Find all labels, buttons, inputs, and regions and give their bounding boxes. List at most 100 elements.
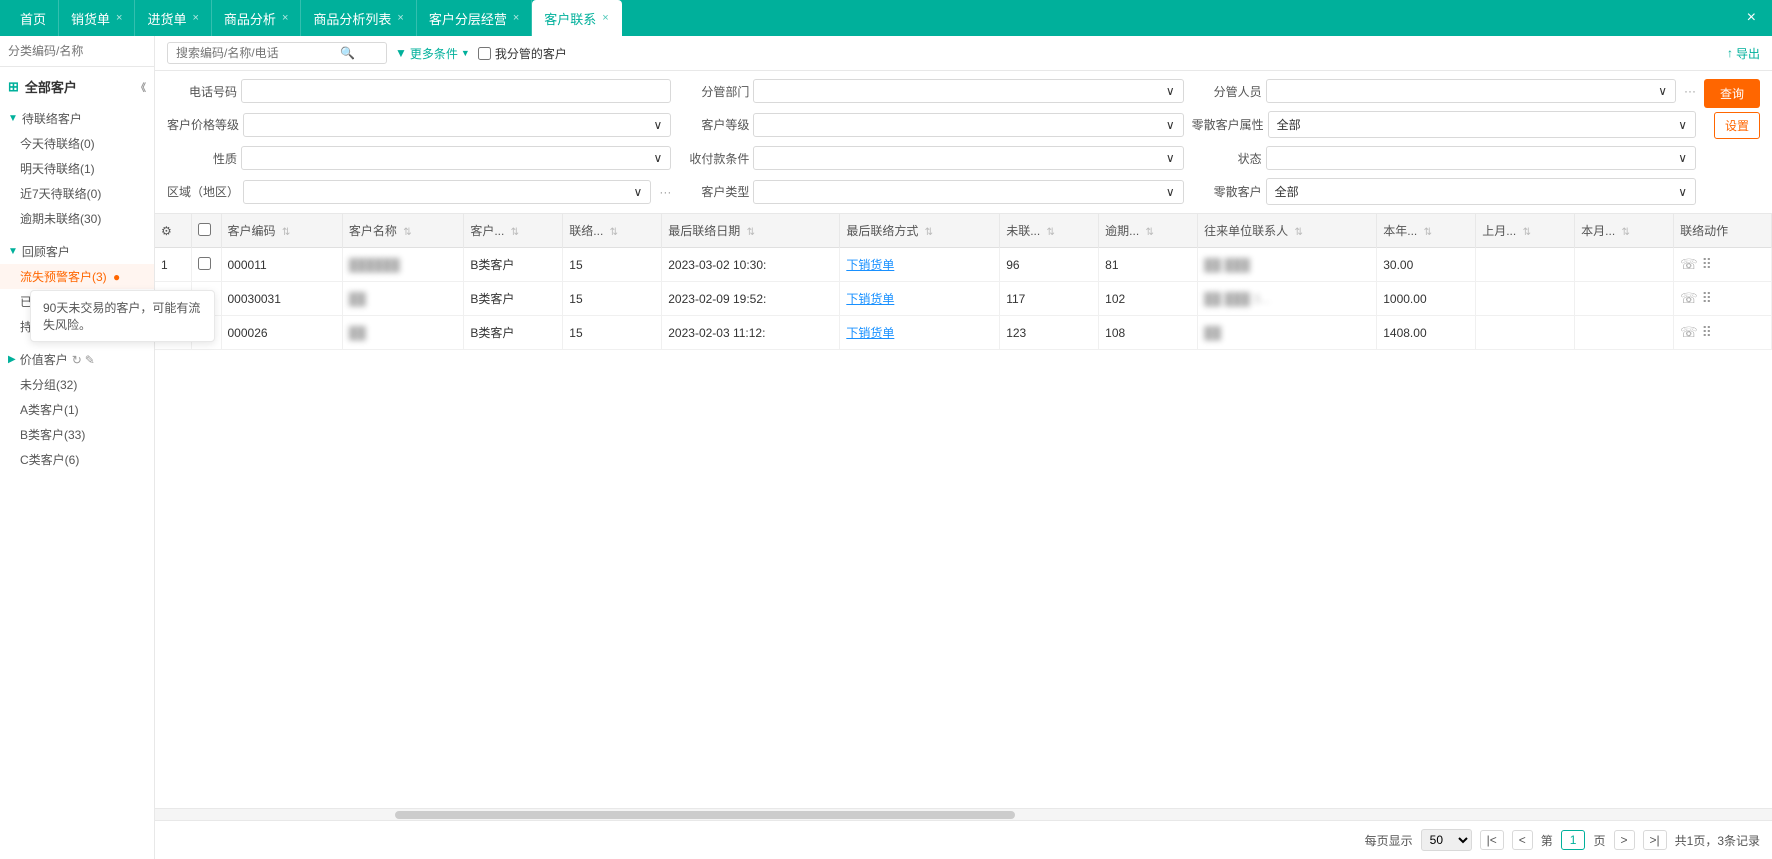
tab-customer-contact[interactable]: 客户联系 ×	[532, 0, 621, 36]
per-page-select[interactable]: 50 100 200	[1421, 829, 1472, 851]
person-dots[interactable]: ···	[1684, 84, 1696, 98]
tab-close-contact[interactable]: ×	[602, 12, 608, 24]
sidebar-search-input[interactable]	[8, 44, 155, 58]
chevron-down-icon-region: ∨	[634, 185, 643, 199]
col-header-last-method[interactable]: 最后联络方式 ⇅	[840, 214, 1000, 248]
phone-input[interactable]	[241, 79, 671, 103]
scatter-select[interactable]: 全部 ∨	[1266, 178, 1696, 205]
col-header-last-date[interactable]: 最后联络日期 ⇅	[662, 214, 840, 248]
cell-type-1: B类客户	[464, 248, 563, 282]
sidebar-root-all-customers[interactable]: ⊞ 全部客户 《	[0, 71, 154, 102]
sidebar-item-churn-warning[interactable]: 流失预警客户(3) ●	[0, 264, 154, 289]
action-phone-icon-1[interactable]: ☏	[1680, 256, 1698, 273]
tab-customer-segment[interactable]: 客户分层经营 ×	[417, 0, 532, 36]
scatter-attr-select[interactable]: 全部 ∨	[1268, 111, 1696, 138]
region-label: 区域（地区）	[167, 183, 239, 200]
grade-select[interactable]: ∨	[753, 113, 1183, 137]
col-header-type[interactable]: 客户... ⇅	[464, 214, 563, 248]
first-page-button[interactable]: |<	[1480, 830, 1504, 850]
scrollbar-thumb[interactable]	[395, 811, 1015, 819]
sidebar-item-class-c[interactable]: C类客户(6)	[0, 447, 154, 472]
tab-purchase-order[interactable]: 进货单 ×	[135, 0, 211, 36]
col-gear[interactable]: ⚙	[155, 214, 191, 248]
cell-index-1: 1	[155, 248, 191, 282]
sidebar-group-pending-label[interactable]: ▼ 待联络客户	[0, 106, 154, 131]
col-header-this-month[interactable]: 本月... ⇅	[1575, 214, 1674, 248]
sidebar-group-review-label[interactable]: ▼ 回顾客户	[0, 239, 154, 264]
price-level-select[interactable]: ∨	[243, 113, 671, 137]
sort-icon-year: ⇅	[1424, 227, 1432, 238]
sidebar-item-tomorrow-contact[interactable]: 明天待联络(1)	[0, 156, 154, 181]
sidebar-item-class-a[interactable]: A类客户(1)	[0, 397, 154, 422]
status-select[interactable]: ∨	[1266, 146, 1696, 170]
col-header-name[interactable]: 客户名称 ⇅	[342, 214, 463, 248]
edit-icon[interactable]: ✎	[85, 353, 95, 367]
next-page-button[interactable]: >	[1614, 830, 1635, 850]
col-header-no-contact[interactable]: 未联... ⇅	[1000, 214, 1099, 248]
sidebar-item-today-contact[interactable]: 今天待联络(0)	[0, 131, 154, 156]
col-header-last-month[interactable]: 上月... ⇅	[1476, 214, 1575, 248]
filter-field-nature: 性质 ∨	[167, 146, 671, 170]
tab-product-analysis-list[interactable]: 商品分析列表 ×	[301, 0, 416, 36]
col-header-overdue[interactable]: 逾期... ⇅	[1099, 214, 1198, 248]
sidebar-collapse-icon[interactable]: 《	[136, 79, 146, 94]
col-header-year[interactable]: 本年... ⇅	[1377, 214, 1476, 248]
cell-method-3[interactable]: 下销货单	[840, 316, 1000, 350]
cell-method-1[interactable]: 下销货单	[840, 248, 1000, 282]
nature-select[interactable]: ∨	[241, 146, 671, 170]
tab-home[interactable]: 首页	[8, 0, 59, 36]
settings-button[interactable]: 设置	[1714, 112, 1760, 139]
grade-label: 客户等级	[679, 116, 749, 133]
region-dots[interactable]: ···	[659, 185, 671, 199]
question-icon[interactable]: ●	[113, 270, 120, 284]
col-checkbox[interactable]	[191, 214, 221, 248]
action-menu-icon-2[interactable]: ⠿	[1702, 290, 1712, 307]
more-conditions-button[interactable]: ▼ 更多条件 ▼	[395, 45, 470, 62]
tab-close-segment[interactable]: ×	[513, 12, 519, 24]
refresh-icon[interactable]: ↻	[72, 353, 82, 367]
sidebar-group-value-label[interactable]: ▶ 价值客户 ↻ ✎	[0, 347, 154, 372]
action-phone-icon-3[interactable]: ☏	[1680, 324, 1698, 341]
cell-code-3: 000026	[221, 316, 342, 350]
row-checkbox-1[interactable]	[198, 257, 211, 270]
settings-icon[interactable]: ⚙	[161, 224, 172, 238]
search-input[interactable]	[176, 46, 336, 60]
select-all-checkbox[interactable]	[198, 223, 211, 236]
sidebar-item-class-b[interactable]: B类客户(33)	[0, 422, 154, 447]
person-select[interactable]: ∨	[1266, 79, 1676, 103]
tab-product-analysis[interactable]: 商品分析 ×	[212, 0, 301, 36]
tab-close-sales[interactable]: ×	[116, 12, 122, 24]
action-menu-icon-1[interactable]: ⠿	[1702, 256, 1712, 273]
action-menu-icon-3[interactable]: ⠿	[1702, 324, 1712, 341]
col-header-contact[interactable]: 联络... ⇅	[563, 214, 662, 248]
tab-close-product-list[interactable]: ×	[397, 12, 403, 24]
search-icon[interactable]: 🔍	[340, 46, 355, 60]
tab-close-product-analysis[interactable]: ×	[282, 12, 288, 24]
cell-contact-3: 15	[563, 316, 662, 350]
horizontal-scrollbar[interactable]	[155, 808, 1772, 820]
my-customers-checkbox[interactable]: 我分管的客户	[478, 45, 567, 62]
nature-label: 性质	[167, 150, 237, 167]
last-page-button[interactable]: >|	[1643, 830, 1667, 850]
window-close-button[interactable]: ×	[1739, 9, 1764, 27]
tab-close-purchase[interactable]: ×	[192, 12, 198, 24]
sidebar-item-overdue-contact[interactable]: 逾期未联络(30)	[0, 206, 154, 231]
tab-sales-order[interactable]: 销货单 ×	[59, 0, 135, 36]
cell-checkbox-1[interactable]	[191, 248, 221, 282]
cell-method-2[interactable]: 下销货单	[840, 282, 1000, 316]
dept-select[interactable]: ∨	[753, 79, 1183, 103]
prev-page-button[interactable]: <	[1512, 830, 1533, 850]
sidebar-item-7days-contact[interactable]: 近7天待联络(0)	[0, 181, 154, 206]
my-customers-check[interactable]	[478, 47, 491, 60]
region-select[interactable]: ∨	[243, 180, 651, 204]
sidebar-item-ungrouped[interactable]: 未分组(32)	[0, 372, 154, 397]
sort-icon-contact: ⇅	[610, 227, 618, 238]
type-select[interactable]: ∨	[753, 180, 1183, 204]
col-header-code[interactable]: 客户编码 ⇅	[221, 214, 342, 248]
query-button[interactable]: 查询	[1704, 79, 1760, 108]
col-header-contact-person[interactable]: 往来单位联系人 ⇅	[1198, 214, 1377, 248]
export-button[interactable]: ↑ 导出	[1727, 45, 1760, 62]
action-phone-icon-2[interactable]: ☏	[1680, 290, 1698, 307]
cell-overdue-3: 108	[1099, 316, 1198, 350]
payment-select[interactable]: ∨	[753, 146, 1183, 170]
